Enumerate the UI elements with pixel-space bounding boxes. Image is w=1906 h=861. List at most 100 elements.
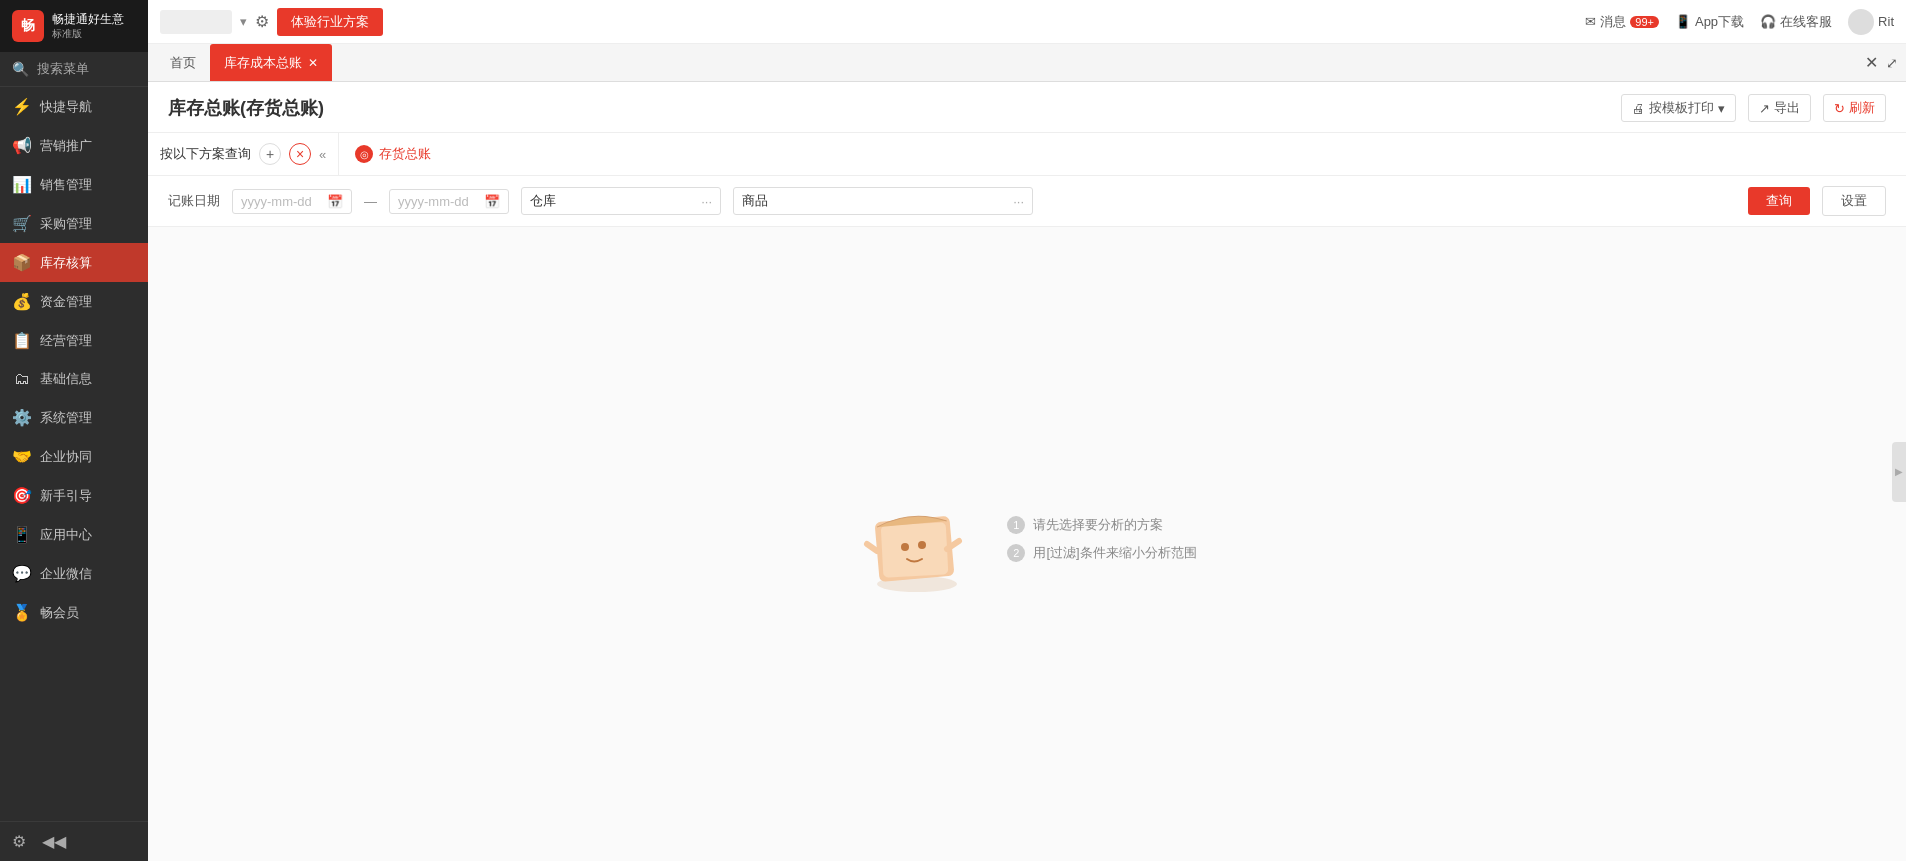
scheme-label: 存货总账 bbox=[379, 145, 431, 163]
filter-remove-btn[interactable]: × bbox=[289, 143, 311, 165]
resize-icon[interactable]: ⤢ bbox=[1886, 55, 1898, 71]
sidebar-item-label: 企业协同 bbox=[40, 448, 92, 466]
sidebar-item-label: 企业微信 bbox=[40, 565, 92, 583]
industry-btn[interactable]: 体验行业方案 bbox=[277, 8, 383, 36]
warehouse-ellipsis-icon[interactable]: ··· bbox=[701, 194, 712, 209]
warehouse-select[interactable]: 仓库 ··· bbox=[521, 187, 721, 215]
svg-point-4 bbox=[918, 541, 926, 549]
avatar bbox=[1848, 9, 1874, 35]
sidebar-item-label: 畅会员 bbox=[40, 604, 79, 622]
sidebar-item-enterprise[interactable]: 🤝 企业协同 bbox=[0, 437, 148, 476]
svg-point-3 bbox=[901, 543, 909, 551]
export-btn[interactable]: ↗ 导出 bbox=[1748, 94, 1811, 122]
sidebar-item-label: 销售管理 bbox=[40, 176, 92, 194]
tab-inventory-ledger[interactable]: 库存成本总账 ✕ bbox=[210, 44, 332, 81]
sales-icon: 📊 bbox=[12, 175, 32, 194]
date-start-input[interactable]: yyyy-mm-dd 📅 bbox=[232, 189, 352, 214]
step-2-text: 用[过滤]条件来缩小分析范围 bbox=[1033, 544, 1196, 562]
filter-section: 按以下方案查询 + × « ◎ 存货总账 bbox=[148, 133, 1906, 176]
calendar-end-icon[interactable]: 📅 bbox=[484, 194, 500, 209]
sidebar-item-label: 经营管理 bbox=[40, 332, 92, 350]
sidebar-item-label: 库存核算 bbox=[40, 254, 92, 272]
close-panel-icon[interactable]: ✕ bbox=[1865, 53, 1878, 72]
date-label: 记账日期 bbox=[168, 192, 220, 210]
filter-section-label: 按以下方案查询 bbox=[160, 145, 251, 163]
export-icon: ↗ bbox=[1759, 101, 1770, 116]
sidebar-item-sales[interactable]: 📊 销售管理 bbox=[0, 165, 148, 204]
sidebar-item-label: 采购管理 bbox=[40, 215, 92, 233]
message-label: 消息 bbox=[1600, 13, 1626, 31]
sidebar-item-basic[interactable]: 🗂 基础信息 bbox=[0, 360, 148, 398]
sidebar-item-operation[interactable]: 📋 经营管理 bbox=[0, 321, 148, 360]
product-label: 商品 bbox=[742, 192, 768, 210]
right-panel-handle[interactable]: ▶ bbox=[1892, 442, 1906, 502]
sidebar-item-app-center[interactable]: 📱 应用中心 bbox=[0, 515, 148, 554]
chevron-down-icon[interactable]: ▾ bbox=[240, 14, 247, 29]
filter-settings-btn[interactable]: 设置 bbox=[1822, 186, 1886, 216]
settings-icon[interactable]: ⚙ bbox=[12, 832, 26, 851]
online-service-item[interactable]: 🎧 在线客服 bbox=[1760, 13, 1832, 31]
print-btn[interactable]: 🖨 按模板打印 ▾ bbox=[1621, 94, 1736, 122]
tab-home-label: 首页 bbox=[170, 54, 196, 72]
sidebar-items-list: ⚡ 快捷导航 📢 营销推广 📊 销售管理 🛒 采购管理 📦 库存核算 💰 资金管… bbox=[0, 87, 148, 821]
sidebar-item-member[interactable]: 🏅 畅会员 bbox=[0, 593, 148, 632]
refresh-btn[interactable]: ↻ 刷新 bbox=[1823, 94, 1886, 122]
sidebar-item-label: 营销推广 bbox=[40, 137, 92, 155]
svg-rect-2 bbox=[881, 522, 949, 577]
online-service-label: 在线客服 bbox=[1780, 13, 1832, 31]
calendar-start-icon[interactable]: 📅 bbox=[327, 194, 343, 209]
sidebar-item-wechat[interactable]: 💬 企业微信 bbox=[0, 554, 148, 593]
tab-home[interactable]: 首页 bbox=[156, 44, 210, 81]
empty-state: 1 请先选择要分析的方案 2 用[过滤]条件来缩小分析范围 bbox=[857, 489, 1196, 599]
collapse-icon[interactable]: ◀◀ bbox=[42, 832, 66, 851]
svg-line-5 bbox=[867, 544, 877, 551]
product-select[interactable]: 商品 ··· bbox=[733, 187, 1033, 215]
member-icon: 🏅 bbox=[12, 603, 32, 622]
system-icon: ⚙️ bbox=[12, 408, 32, 427]
search-icon: 🔍 bbox=[12, 61, 29, 77]
query-btn[interactable]: 查询 bbox=[1748, 187, 1810, 215]
panel-handle-icon: ▶ bbox=[1894, 466, 1905, 477]
app-download-item[interactable]: 📱 App下载 bbox=[1675, 13, 1744, 31]
breadcrumb bbox=[160, 10, 232, 34]
topbar-gear-icon[interactable]: ⚙ bbox=[255, 12, 269, 31]
filter-scheme-item[interactable]: ◎ 存货总账 bbox=[339, 133, 447, 175]
sidebar-item-capital[interactable]: 💰 资金管理 bbox=[0, 282, 148, 321]
sidebar-item-inventory[interactable]: 📦 库存核算 bbox=[0, 243, 148, 282]
page-title: 库存总账(存货总账) bbox=[168, 96, 324, 120]
product-ellipsis-icon[interactable]: ··· bbox=[1013, 194, 1024, 209]
app-center-icon: 📱 bbox=[12, 525, 32, 544]
tab-panel-controls: ✕ ⤢ bbox=[1865, 53, 1898, 72]
empty-step-2: 2 用[过滤]条件来缩小分析范围 bbox=[1007, 544, 1196, 562]
filter-label-area: 按以下方案查询 + × « bbox=[148, 133, 339, 175]
tab-close-icon[interactable]: ✕ bbox=[308, 56, 318, 70]
content-area: 库存总账(存货总账) 🖨 按模板打印 ▾ ↗ 导出 ↻ 刷新 bbox=[148, 82, 1906, 861]
sidebar-item-marketing[interactable]: 📢 营销推广 bbox=[0, 126, 148, 165]
sidebar-item-label: 资金管理 bbox=[40, 293, 92, 311]
sidebar-item-label: 快捷导航 bbox=[40, 98, 92, 116]
wechat-icon: 💬 bbox=[12, 564, 32, 583]
sidebar-item-purchase[interactable]: 🛒 采购管理 bbox=[0, 204, 148, 243]
sidebar-item-quick-nav[interactable]: ⚡ 快捷导航 bbox=[0, 87, 148, 126]
empty-step-1: 1 请先选择要分析的方案 bbox=[1007, 516, 1196, 534]
sidebar-logo: 畅 畅捷通好生意 标准版 bbox=[0, 0, 148, 52]
message-item[interactable]: ✉ 消息 99+ bbox=[1585, 13, 1659, 31]
refresh-icon: ↻ bbox=[1834, 101, 1845, 116]
sidebar-search[interactable]: 🔍 搜索菜单 bbox=[0, 52, 148, 87]
sidebar-item-label: 新手引导 bbox=[40, 487, 92, 505]
topbar-left: ▾ ⚙ 体验行业方案 bbox=[160, 8, 383, 36]
capital-icon: 💰 bbox=[12, 292, 32, 311]
app-name: 畅捷通好生意 bbox=[52, 11, 124, 28]
topbar-right: ✉ 消息 99+ 📱 App下载 🎧 在线客服 Rit bbox=[1585, 9, 1894, 35]
sidebar: 畅 畅捷通好生意 标准版 🔍 搜索菜单 ⚡ 快捷导航 📢 营销推广 📊 销售管理… bbox=[0, 0, 148, 861]
warehouse-label: 仓库 bbox=[530, 192, 556, 210]
basic-icon: 🗂 bbox=[12, 370, 32, 388]
sidebar-item-guide[interactable]: 🎯 新手引导 bbox=[0, 476, 148, 515]
user-avatar-area[interactable]: Rit bbox=[1848, 9, 1894, 35]
filter-row: 记账日期 yyyy-mm-dd 📅 — yyyy-mm-dd 📅 仓库 ··· … bbox=[148, 176, 1906, 227]
sidebar-item-system[interactable]: ⚙️ 系统管理 bbox=[0, 398, 148, 437]
filter-add-btn[interactable]: + bbox=[259, 143, 281, 165]
filter-collapse-icon[interactable]: « bbox=[319, 147, 326, 162]
date-end-input[interactable]: yyyy-mm-dd 📅 bbox=[389, 189, 509, 214]
user-name: Rit bbox=[1878, 14, 1894, 29]
